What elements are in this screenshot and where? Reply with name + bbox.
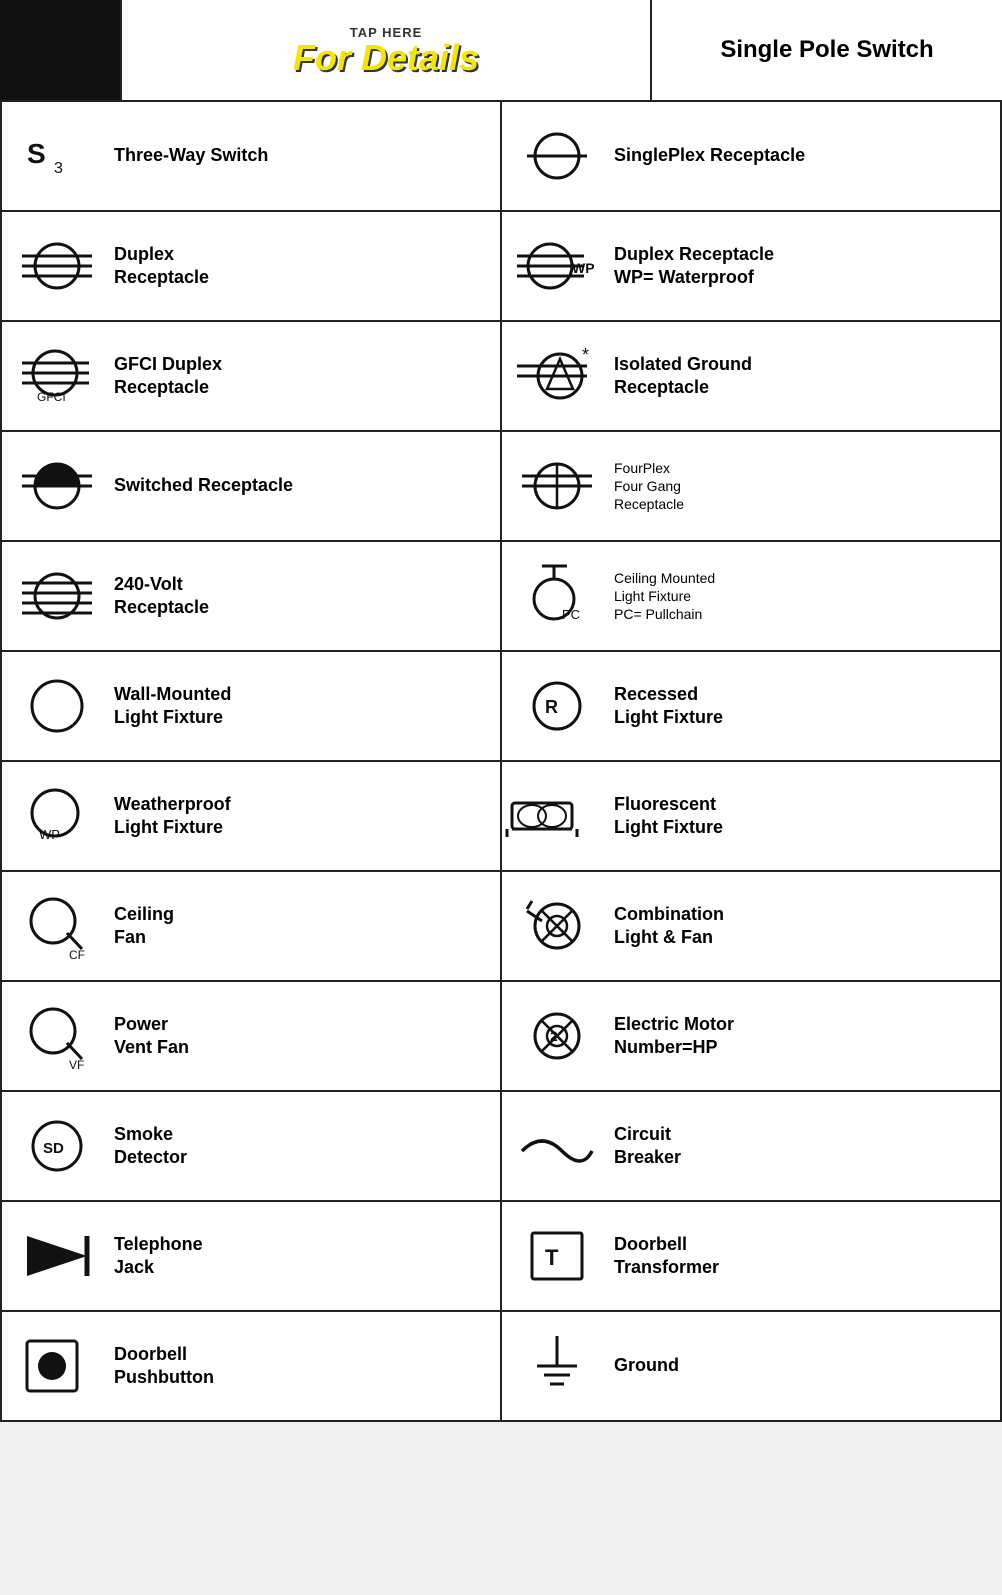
cell-telephone-jack: TelephoneJack [2,1202,501,1312]
label-doorbell-pushbutton: DoorbellPushbutton [114,1343,214,1390]
header-black-box [0,0,120,100]
cell-switched-receptacle: Switched Receptacle [2,432,501,542]
svg-text:R: R [545,697,558,717]
symbols-grid: S 3 Three-Way Switch SinglePlex Receptac… [0,102,1002,1422]
symbol-ceiling-mounted: PC [512,561,602,631]
svg-text:S: S [27,138,46,169]
label-telephone-jack: TelephoneJack [114,1233,203,1280]
symbol-gfci: GFCI [12,341,102,411]
cell-doorbell-pushbutton: DoorbellPushbutton [2,1312,501,1422]
label-duplex-receptacle: DuplexReceptacle [114,243,209,290]
label-ground: Ground [614,1354,679,1377]
main-container: TAP HERE For Details Single Pole Switch … [0,0,1002,1422]
cell-three-way-switch: S 3 Three-Way Switch [2,102,501,212]
symbol-ground [512,1331,602,1401]
cell-duplex-wp: WP Duplex ReceptacleWP= Waterproof [501,212,1000,322]
symbol-power-vent: VF [12,1001,102,1071]
symbol-smoke-detector: SD [12,1111,102,1181]
symbol-switched-receptacle [12,451,102,521]
symbol-240volt [12,561,102,631]
svg-text:SD: SD [43,1140,64,1157]
cell-electric-motor: 2 Electric MotorNumber=HP [501,982,1000,1092]
label-circuit-breaker: CircuitBreaker [614,1123,681,1170]
symbol-duplex-receptacle [12,231,102,301]
cell-240volt: 240-VoltReceptacle [2,542,501,652]
symbol-isolated-ground: * [512,341,602,411]
label-three-way-switch: Three-Way Switch [114,144,268,167]
label-switched-receptacle: Switched Receptacle [114,474,293,497]
cell-smoke-detector: SD SmokeDetector [2,1092,501,1202]
for-details-label: For Details [293,40,479,76]
cell-recessed: R RecessedLight Fixture [501,652,1000,762]
label-weatherproof: WeatherproofLight Fixture [114,793,231,840]
symbol-wall-mounted [12,671,102,741]
header-tap-area[interactable]: TAP HERE For Details [120,0,652,100]
label-wall-mounted: Wall-MountedLight Fixture [114,683,231,730]
header-right-label: Single Pole Switch [652,0,1002,100]
cell-combo-light-fan: CombinationLight & Fan [501,872,1000,982]
cell-ceiling-mounted: PC Ceiling MountedLight FixturePC= Pullc… [501,542,1000,652]
symbol-three-way-switch: S 3 [12,121,102,191]
cell-circuit-breaker: CircuitBreaker [501,1092,1000,1202]
label-ceiling-fan: CeilingFan [114,903,174,950]
cell-ceiling-fan: CF CeilingFan [2,872,501,982]
cell-ground: Ground [501,1312,1000,1422]
symbol-fluorescent [512,781,602,851]
svg-text:CF: CF [69,948,85,962]
header: TAP HERE For Details Single Pole Switch [0,0,1002,102]
svg-text:*: * [582,345,589,365]
label-power-vent: PowerVent Fan [114,1013,189,1060]
cell-duplex-receptacle: DuplexReceptacle [2,212,501,322]
label-gfci: GFCI DuplexReceptacle [114,353,222,400]
svg-text:GFCI: GFCI [37,390,66,404]
cell-doorbell-transformer: T DoorbellTransformer [501,1202,1000,1312]
symbol-duplex-wp: WP [512,231,602,301]
svg-text:VF: VF [69,1058,84,1072]
cell-weatherproof: WP WeatherproofLight Fixture [2,762,501,872]
cell-fourplex: FourPlexFour GangReceptacle [501,432,1000,542]
label-singleplex-receptacle: SinglePlex Receptacle [614,144,805,167]
cell-power-vent: VF PowerVent Fan [2,982,501,1092]
cell-wall-mounted: Wall-MountedLight Fixture [2,652,501,762]
label-fluorescent: FluorescentLight Fixture [614,793,723,840]
svg-text:PC: PC [562,607,580,622]
cell-fluorescent: FluorescentLight Fixture [501,762,1000,872]
symbol-doorbell-pushbutton [12,1331,102,1401]
symbol-recessed: R [512,671,602,741]
svg-text:WP: WP [39,827,60,842]
cell-singleplex-receptacle: SinglePlex Receptacle [501,102,1000,212]
label-240volt: 240-VoltReceptacle [114,573,209,620]
label-smoke-detector: SmokeDetector [114,1123,187,1170]
symbol-ceiling-fan: CF [12,891,102,961]
label-doorbell-transformer: DoorbellTransformer [614,1233,719,1280]
symbol-weatherproof: WP [12,781,102,851]
svg-text:T: T [545,1245,559,1270]
symbol-doorbell-transformer: T [512,1221,602,1291]
label-recessed: RecessedLight Fixture [614,683,723,730]
label-electric-motor: Electric MotorNumber=HP [614,1013,734,1060]
label-combo-light-fan: CombinationLight & Fan [614,903,724,950]
symbol-circuit-breaker [512,1111,602,1181]
svg-text:3: 3 [54,160,63,177]
label-isolated-ground: Isolated GroundReceptacle [614,353,752,400]
label-duplex-wp: Duplex ReceptacleWP= Waterproof [614,243,774,290]
cell-isolated-ground: * Isolated GroundReceptacle [501,322,1000,432]
label-fourplex: FourPlexFour GangReceptacle [614,459,684,514]
svg-text:WP: WP [572,260,595,276]
symbol-fourplex [512,451,602,521]
symbol-electric-motor: 2 [512,1001,602,1071]
label-ceiling-mounted: Ceiling MountedLight FixturePC= Pullchai… [614,569,715,624]
symbol-combo-light-fan [512,891,602,961]
cell-gfci: GFCI GFCI DuplexReceptacle [2,322,501,432]
symbol-telephone-jack [12,1221,102,1291]
symbol-singleplex-receptacle [512,121,602,191]
